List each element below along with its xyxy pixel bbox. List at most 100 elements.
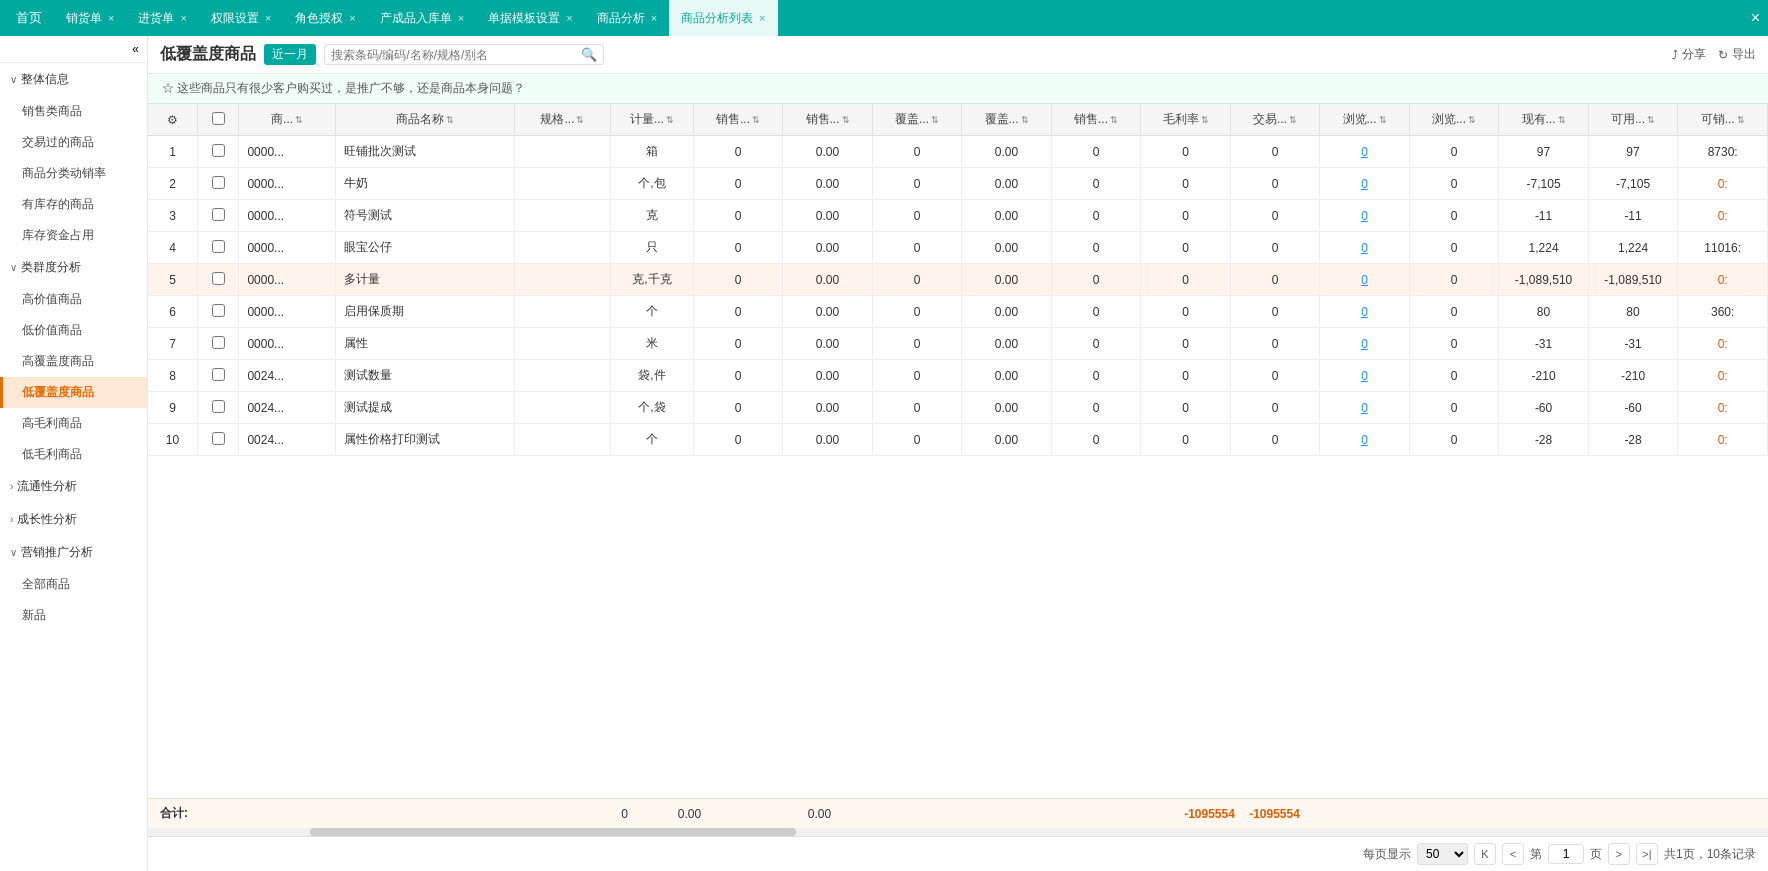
cell-browse1[interactable]: 0: [1320, 264, 1410, 296]
col-header-sales-qty[interactable]: 销售...⇅: [693, 104, 783, 136]
nav-goods-analysis-list[interactable]: 商品分析列表 ×: [669, 0, 777, 36]
sidebar-item-inventory-fund[interactable]: 库存资金占用: [0, 220, 147, 251]
cell-checkbox[interactable]: [198, 136, 239, 168]
per-page-select[interactable]: 50 20 100 200: [1417, 843, 1468, 865]
settings-icon[interactable]: ⚙: [167, 113, 178, 127]
sidebar-item-low-profit[interactable]: 低毛利商品: [0, 439, 147, 470]
cell-checkbox[interactable]: [198, 296, 239, 328]
sidebar-item-traded-goods[interactable]: 交易过的商品: [0, 127, 147, 158]
sidebar-item-all-goods[interactable]: 全部商品: [0, 569, 147, 600]
last-page-button[interactable]: >|: [1636, 843, 1658, 865]
page-number-input[interactable]: [1548, 844, 1584, 864]
row-checkbox[interactable]: [212, 336, 225, 349]
sidebar-section-growth[interactable]: › 成长性分析: [0, 503, 147, 536]
cell-checkbox[interactable]: [198, 424, 239, 456]
col-header-sales3[interactable]: 销售...⇅: [1051, 104, 1141, 136]
cell-browse1[interactable]: 0: [1320, 232, 1410, 264]
nav-close-template[interactable]: ×: [566, 12, 572, 24]
sidebar-item-stocked-goods[interactable]: 有库存的商品: [0, 189, 147, 220]
col-header-browse1[interactable]: 浏览...⇅: [1320, 104, 1410, 136]
col-header-current[interactable]: 现有...⇅: [1499, 104, 1589, 136]
cell-checkbox[interactable]: [198, 392, 239, 424]
cell-checkbox[interactable]: [198, 232, 239, 264]
cell-browse1[interactable]: 0: [1320, 328, 1410, 360]
sidebar-section-overall[interactable]: ∨ 整体信息: [0, 63, 147, 96]
sidebar-item-low-value[interactable]: 低价值商品: [0, 315, 147, 346]
table-container[interactable]: ⚙ 商...⇅ 商品名称⇅ 规格...⇅ 计量...⇅ 销售...⇅ 销售...…: [148, 104, 1768, 798]
select-all-checkbox[interactable]: [212, 112, 225, 125]
cell-checkbox[interactable]: [198, 328, 239, 360]
nav-goods-analysis[interactable]: 商品分析 ×: [585, 0, 669, 36]
first-page-button[interactable]: K: [1474, 843, 1496, 865]
row-checkbox[interactable]: [212, 176, 225, 189]
cell-checkbox[interactable]: [198, 360, 239, 392]
sidebar-section-cluster[interactable]: ∨ 类群度分析: [0, 251, 147, 284]
nav-close-goods-list[interactable]: ×: [759, 12, 765, 24]
sidebar-item-low-coverage[interactable]: 低覆盖度商品: [0, 377, 147, 408]
cell-unit: 个,袋: [611, 392, 694, 424]
nav-close-role[interactable]: ×: [349, 12, 355, 24]
col-header-unit[interactable]: 计量...⇅: [611, 104, 694, 136]
row-checkbox[interactable]: [212, 304, 225, 317]
col-header-sales-amt[interactable]: 销售...⇅: [783, 104, 873, 136]
cell-checkbox[interactable]: [198, 264, 239, 296]
row-checkbox[interactable]: [212, 240, 225, 253]
col-header-spec[interactable]: 规格...⇅: [514, 104, 610, 136]
next-page-button[interactable]: >: [1608, 843, 1630, 865]
col-header-cover2[interactable]: 覆盖...⇅: [962, 104, 1052, 136]
sidebar-section-liquidity[interactable]: › 流通性分析: [0, 470, 147, 503]
cell-browse2: 0: [1409, 360, 1499, 392]
cell-checkbox[interactable]: [198, 168, 239, 200]
row-checkbox[interactable]: [212, 208, 225, 221]
sidebar-item-high-value[interactable]: 高价值商品: [0, 284, 147, 315]
nav-sales-order[interactable]: 销货单 ×: [54, 0, 126, 36]
cell-browse1[interactable]: 0: [1320, 200, 1410, 232]
sidebar-item-sales-goods[interactable]: 销售类商品: [0, 96, 147, 127]
cell-browse1[interactable]: 0: [1320, 360, 1410, 392]
nav-close-permissions[interactable]: ×: [265, 12, 271, 24]
nav-purchase[interactable]: 进货单 ×: [126, 0, 198, 36]
nav-close-goods[interactable]: ×: [651, 12, 657, 24]
col-header-available[interactable]: 可用...⇅: [1588, 104, 1678, 136]
col-header-code[interactable]: 商...⇅: [239, 104, 335, 136]
row-checkbox[interactable]: [212, 272, 225, 285]
nav-permissions[interactable]: 权限设置 ×: [199, 0, 283, 36]
nav-product-in[interactable]: 产成品入库单 ×: [368, 0, 476, 36]
cell-browse1[interactable]: 0: [1320, 296, 1410, 328]
nav-role-auth[interactable]: 角色授权 ×: [283, 0, 367, 36]
cell-browse1[interactable]: 0: [1320, 168, 1410, 200]
row-checkbox[interactable]: [212, 144, 225, 157]
share-button[interactable]: ⤴ 分享: [1672, 46, 1706, 63]
col-header-saleable[interactable]: 可销...⇅: [1678, 104, 1768, 136]
cell-browse1[interactable]: 0: [1320, 424, 1410, 456]
col-header-name[interactable]: 商品名称⇅: [335, 104, 514, 136]
nav-close-purchase[interactable]: ×: [180, 12, 186, 24]
row-checkbox[interactable]: [212, 400, 225, 413]
col-header-gross-rate[interactable]: 毛利率⇅: [1141, 104, 1231, 136]
cell-browse1[interactable]: 0: [1320, 392, 1410, 424]
col-header-cover1[interactable]: 覆盖...⇅: [872, 104, 962, 136]
nav-template[interactable]: 单据模板设置 ×: [476, 0, 584, 36]
sidebar-section-marketing[interactable]: ∨ 营销推广分析: [0, 536, 147, 569]
row-checkbox[interactable]: [212, 432, 225, 445]
col-header-browse2[interactable]: 浏览...⇅: [1409, 104, 1499, 136]
sidebar-item-high-profit[interactable]: 高毛利商品: [0, 408, 147, 439]
prev-page-button[interactable]: <: [1502, 843, 1524, 865]
cell-checkbox[interactable]: [198, 200, 239, 232]
nav-close-all-button[interactable]: ×: [1751, 9, 1760, 27]
row-checkbox[interactable]: [212, 368, 225, 381]
sidebar-item-high-coverage[interactable]: 高覆盖度商品: [0, 346, 147, 377]
nav-close-sales[interactable]: ×: [108, 12, 114, 24]
col-header-trade[interactable]: 交易...⇅: [1230, 104, 1320, 136]
cell-browse1[interactable]: 0: [1320, 136, 1410, 168]
scrollbar-thumb[interactable]: [310, 828, 796, 836]
sidebar-item-category-rate[interactable]: 商品分类动销率: [0, 158, 147, 189]
nav-home[interactable]: 首页: [4, 0, 54, 36]
nav-close-product[interactable]: ×: [458, 12, 464, 24]
search-input[interactable]: [331, 48, 581, 62]
sidebar-item-new-goods[interactable]: 新品: [0, 600, 147, 631]
sidebar-collapse-button[interactable]: «: [132, 42, 139, 56]
export-button[interactable]: ↻ 导出: [1718, 46, 1756, 63]
horizontal-scrollbar[interactable]: [148, 828, 1768, 836]
time-filter-button[interactable]: 近一月: [264, 44, 316, 65]
